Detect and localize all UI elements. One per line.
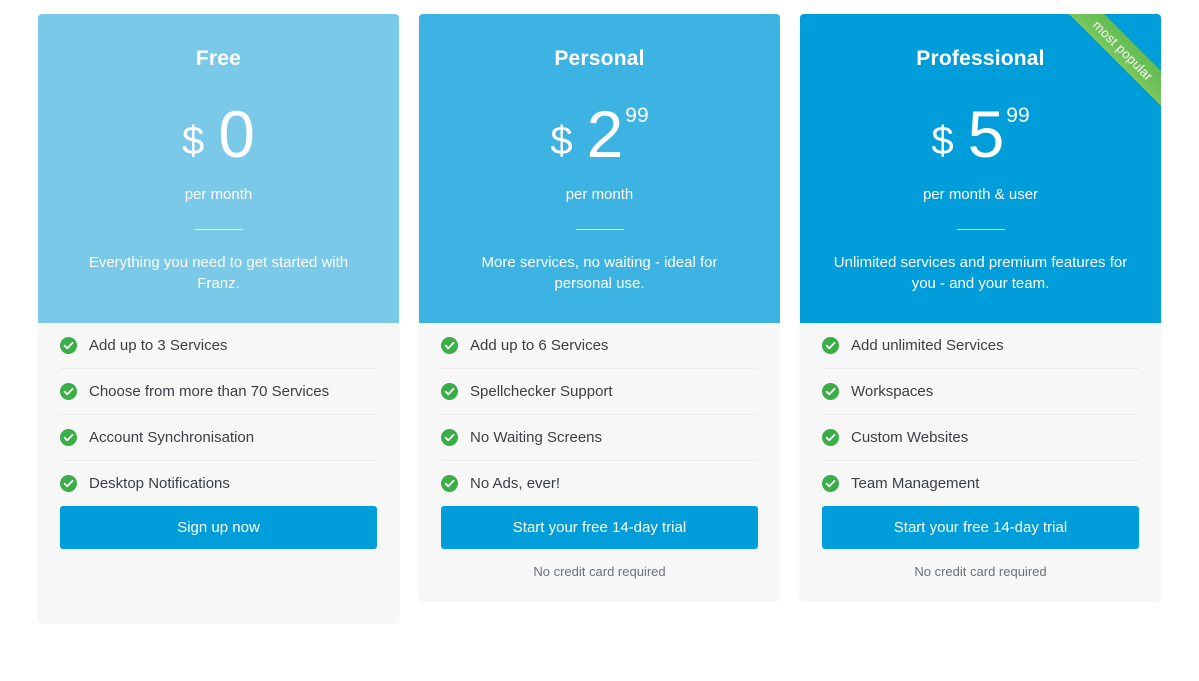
check-circle-icon bbox=[822, 337, 839, 354]
currency-symbol: $ bbox=[550, 119, 573, 163]
check-circle-icon bbox=[441, 429, 458, 446]
feature-label: Add up to 3 Services bbox=[89, 337, 228, 354]
pricing-table: Free $ 0 per month Everything you need t… bbox=[0, 0, 1199, 681]
price-cents: 99 bbox=[625, 104, 649, 127]
check-circle-icon bbox=[60, 475, 77, 492]
plan-footnote: No credit card required bbox=[533, 564, 666, 579]
plan-description: Everything you need to get started with … bbox=[88, 254, 349, 293]
list-item: Desktop Notifications bbox=[60, 461, 377, 506]
plan-card-free: Free $ 0 per month Everything you need t… bbox=[38, 14, 399, 622]
check-circle-icon bbox=[441, 337, 458, 354]
feature-label: No Waiting Screens bbox=[470, 429, 602, 446]
plan-footer: Start your free 14-day trial No credit c… bbox=[800, 506, 1161, 600]
feature-label: Spellchecker Support bbox=[470, 383, 613, 400]
sign-up-now-button[interactable]: Sign up now bbox=[60, 506, 377, 549]
header-divider bbox=[956, 229, 1005, 230]
plan-card-personal: Personal $ 2 99 per month More services,… bbox=[419, 14, 780, 600]
feature-label: Custom Websites bbox=[851, 429, 969, 446]
start-trial-button[interactable]: Start your free 14-day trial bbox=[441, 506, 758, 549]
header-divider bbox=[575, 229, 624, 230]
check-circle-icon bbox=[822, 383, 839, 400]
feature-label: Choose from more than 70 Services bbox=[89, 383, 330, 400]
header-divider bbox=[194, 229, 243, 230]
list-item: No Ads, ever! bbox=[441, 461, 758, 506]
list-item: Account Synchronisation bbox=[60, 415, 377, 461]
plan-price: $ 2 99 bbox=[445, 99, 754, 171]
list-item: Spellchecker Support bbox=[441, 369, 758, 415]
plan-name: Professional bbox=[916, 47, 1045, 70]
check-circle-icon bbox=[822, 429, 839, 446]
plan-price: $ 0 bbox=[64, 99, 373, 171]
plan-price: $ 5 99 bbox=[826, 99, 1135, 171]
list-item: Add up to 6 Services bbox=[441, 323, 758, 369]
feature-label: Team Management bbox=[851, 475, 980, 492]
feature-label: Workspaces bbox=[851, 383, 934, 400]
price-period: per month bbox=[565, 186, 634, 203]
feature-label: Add up to 6 Services bbox=[470, 337, 609, 354]
list-item: Add up to 3 Services bbox=[60, 323, 377, 369]
currency-symbol: $ bbox=[182, 119, 205, 163]
list-item: Custom Websites bbox=[822, 415, 1139, 461]
price-amount: 0 bbox=[218, 97, 255, 171]
price-amount: 5 bbox=[967, 97, 1005, 171]
feature-list: Add unlimited Services Workspaces Custom… bbox=[800, 323, 1161, 506]
check-circle-icon bbox=[822, 475, 839, 492]
price-cents: 99 bbox=[1006, 104, 1030, 127]
plan-description: More services, no waiting - ideal for pe… bbox=[481, 254, 718, 293]
currency-symbol: $ bbox=[931, 119, 954, 163]
feature-list: Add up to 6 Services Spellchecker Suppor… bbox=[419, 323, 780, 506]
price-amount: 2 bbox=[586, 97, 624, 171]
plan-header-personal: Personal $ 2 99 per month More services,… bbox=[419, 14, 780, 323]
plan-header-professional: most popular Professional $ 5 99 per mon… bbox=[800, 14, 1161, 323]
price-period: per month & user bbox=[922, 186, 1039, 203]
plan-name: Free bbox=[195, 47, 242, 70]
feature-label: Account Synchronisation bbox=[89, 429, 255, 446]
start-trial-button[interactable]: Start your free 14-day trial bbox=[822, 506, 1139, 549]
plan-name: Personal bbox=[554, 47, 645, 70]
feature-label: Add unlimited Services bbox=[851, 337, 1004, 354]
plan-card-professional: most popular Professional $ 5 99 per mon… bbox=[800, 14, 1161, 600]
list-item: Team Management bbox=[822, 461, 1139, 506]
plan-footer: Start your free 14-day trial No credit c… bbox=[419, 506, 780, 600]
plan-header-free: Free $ 0 per month Everything you need t… bbox=[38, 14, 399, 323]
check-circle-icon bbox=[441, 383, 458, 400]
list-item: Add unlimited Services bbox=[822, 323, 1139, 369]
price-period: per month bbox=[184, 186, 253, 203]
feature-label: Desktop Notifications bbox=[89, 475, 230, 492]
feature-list: Add up to 3 Services Choose from more th… bbox=[38, 323, 399, 506]
list-item: No Waiting Screens bbox=[441, 415, 758, 461]
check-circle-icon bbox=[60, 429, 77, 446]
check-circle-icon bbox=[441, 475, 458, 492]
plan-footer: Sign up now bbox=[38, 506, 399, 622]
check-circle-icon bbox=[60, 383, 77, 400]
plan-description: Unlimited services and premium features … bbox=[833, 254, 1128, 293]
plan-footnote: No credit card required bbox=[914, 564, 1047, 579]
feature-label: No Ads, ever! bbox=[470, 475, 561, 492]
list-item: Workspaces bbox=[822, 369, 1139, 415]
list-item: Choose from more than 70 Services bbox=[60, 369, 377, 415]
check-circle-icon bbox=[60, 337, 77, 354]
